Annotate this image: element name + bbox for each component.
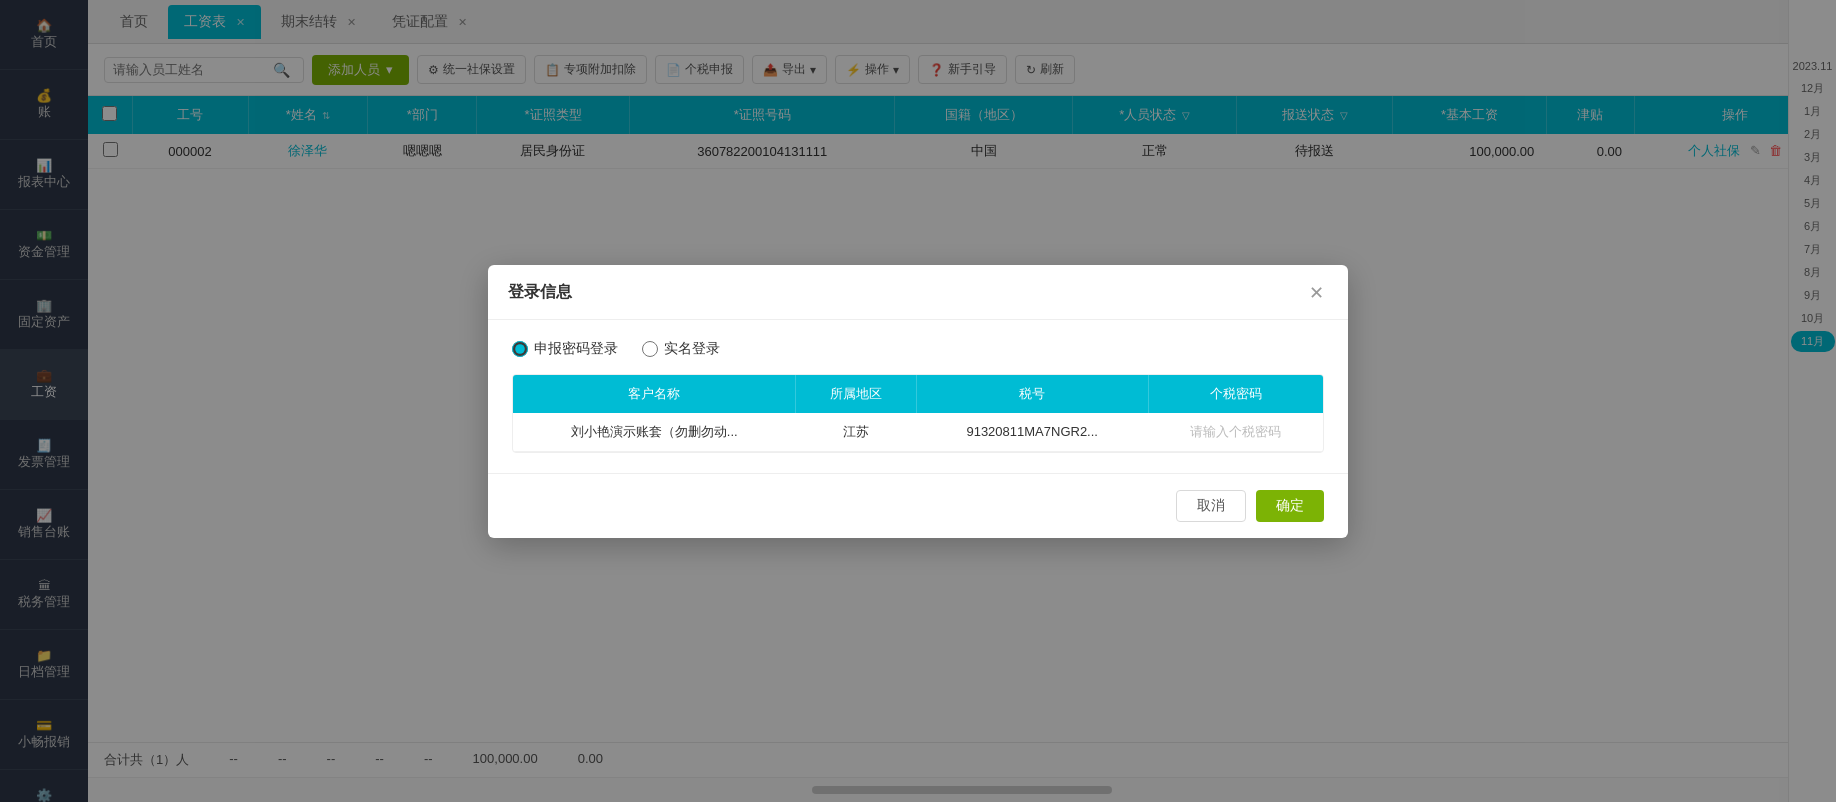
radio-realname-login[interactable]: 实名登录 xyxy=(642,340,720,358)
radio-password-login[interactable]: 申报密码登录 xyxy=(512,340,618,358)
modal-table-wrap: 客户名称 所属地区 税号 个税密码 刘小艳演示账套（勿删勿动... xyxy=(512,374,1324,453)
modal-header: 登录信息 ✕ xyxy=(488,265,1348,320)
modal-td-region: 江苏 xyxy=(795,413,916,452)
modal-body: 申报密码登录 实名登录 客户名称 所属地区 税号 个税密码 xyxy=(488,320,1348,473)
modal-td-tax-id: 91320811MA7NGR2... xyxy=(916,413,1148,452)
modal-table-row: 刘小艳演示账套（勿删勿动... 江苏 91320811MA7NGR2... 请输… xyxy=(513,413,1323,452)
modal-td-password[interactable]: 请输入个税密码 xyxy=(1148,413,1323,452)
login-modal: 登录信息 ✕ 申报密码登录 实名登录 客户名称 xyxy=(488,265,1348,538)
modal-table-header: 客户名称 所属地区 税号 个税密码 xyxy=(513,375,1323,413)
modal-customer-table: 客户名称 所属地区 税号 个税密码 刘小艳演示账套（勿删勿动... xyxy=(513,375,1323,452)
modal-footer: 取消 确定 xyxy=(488,473,1348,538)
confirm-button[interactable]: 确定 xyxy=(1256,490,1324,522)
radio-password-input[interactable] xyxy=(512,341,528,357)
radio-password-label: 申报密码登录 xyxy=(534,340,618,358)
modal-th-tax-id: 税号 xyxy=(916,375,1148,413)
modal-close-button[interactable]: ✕ xyxy=(1304,281,1328,305)
cancel-button[interactable]: 取消 xyxy=(1176,490,1246,522)
modal-th-customer: 客户名称 xyxy=(513,375,795,413)
login-type-radio-group: 申报密码登录 实名登录 xyxy=(512,340,1324,358)
modal-th-password: 个税密码 xyxy=(1148,375,1323,413)
radio-realname-input[interactable] xyxy=(642,341,658,357)
modal-th-region: 所属地区 xyxy=(795,375,916,413)
modal-td-customer: 刘小艳演示账套（勿删勿动... xyxy=(513,413,795,452)
modal-overlay: 登录信息 ✕ 申报密码登录 实名登录 客户名称 xyxy=(0,0,1836,802)
modal-title: 登录信息 xyxy=(508,282,572,303)
radio-realname-label: 实名登录 xyxy=(664,340,720,358)
